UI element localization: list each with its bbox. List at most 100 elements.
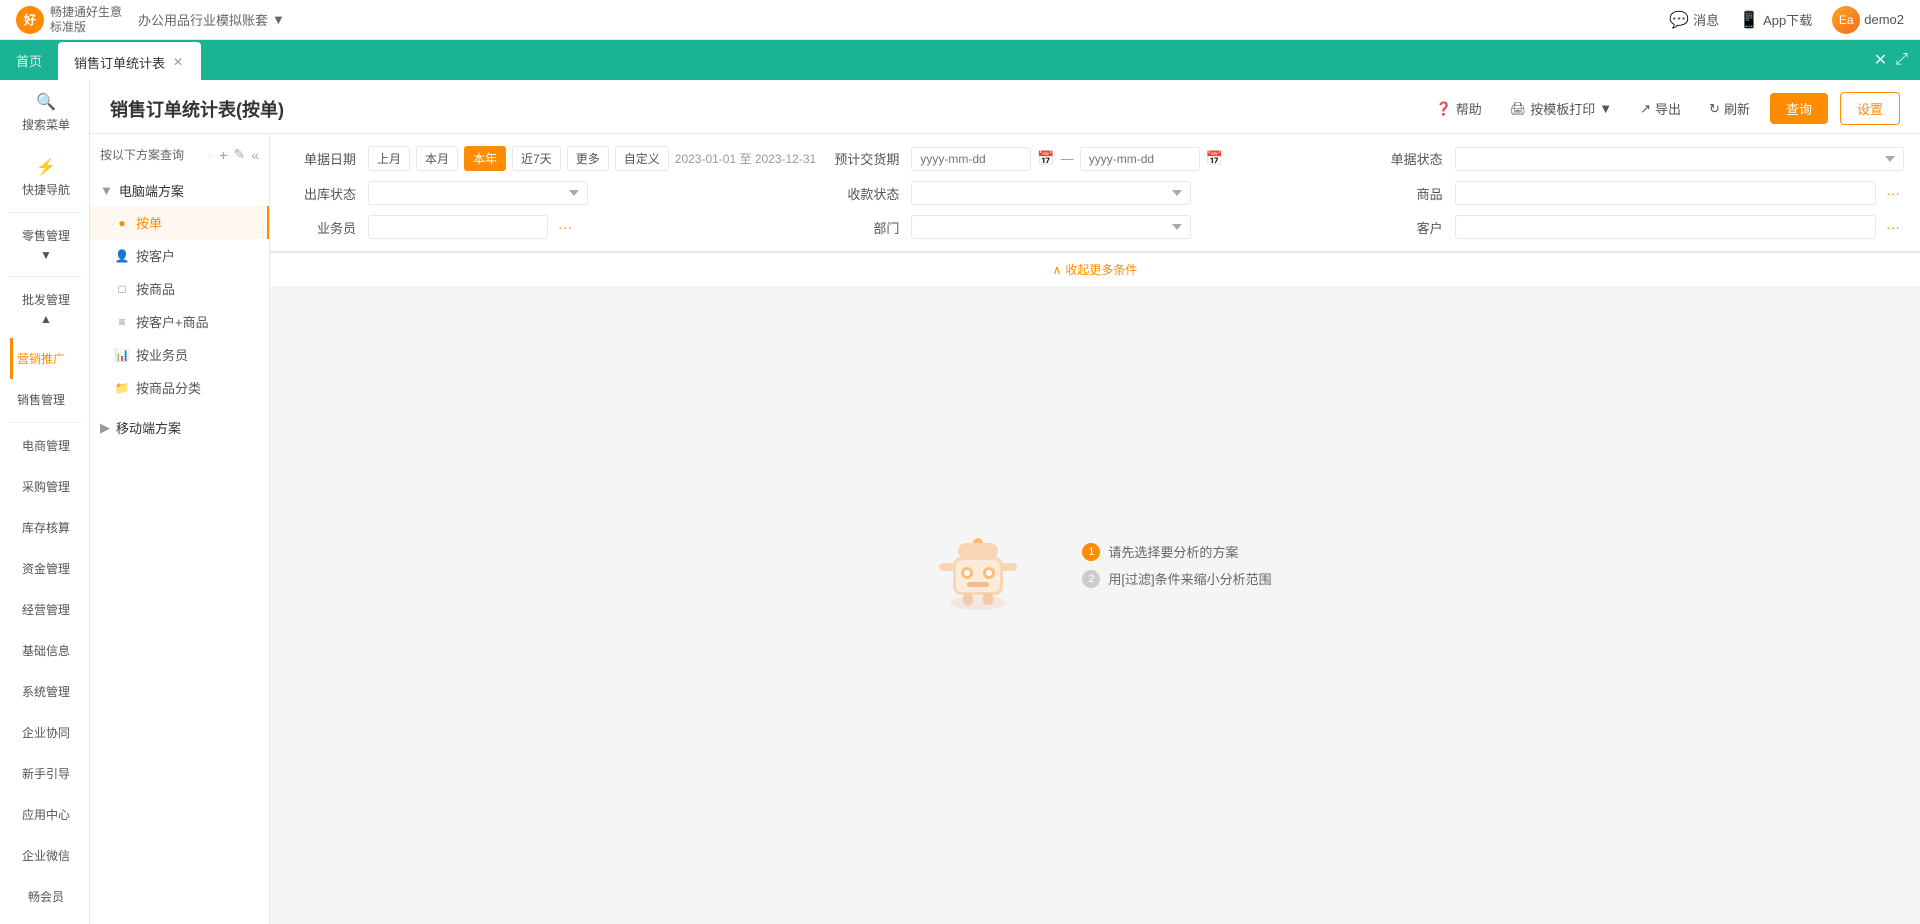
top-bar-left: 好 畅捷通好生意 标准版 办公用品行业模拟账套 ▼	[16, 5, 293, 34]
tab-expand-icon[interactable]: ⤢	[1895, 51, 1908, 69]
solution-item-by-customer-product[interactable]: ≡ 按客户+商品	[90, 305, 269, 338]
salesperson-input[interactable]	[368, 215, 548, 239]
sidebar-item-sales-mgmt[interactable]: 销售管理	[10, 379, 89, 420]
tab-bar-right: ✕ ⤢	[1874, 50, 1920, 70]
sidebar-item-ecommerce[interactable]: 电商管理	[0, 425, 89, 466]
expected-start-date[interactable]	[911, 147, 1031, 171]
sidebar-item-quick-nav[interactable]: ⚡ 快捷导航	[0, 145, 89, 210]
mobile-section-arrow: ▶	[100, 420, 110, 436]
inventory-label: 库存核算	[22, 519, 70, 536]
collapse-panel-icon[interactable]: «	[251, 147, 259, 163]
date-btn-custom[interactable]: 自定义	[615, 146, 669, 171]
sidebar-divider-2	[8, 276, 81, 277]
sidebar-item-finance[interactable]: 资金管理	[0, 548, 89, 589]
hint-number-1: 1	[1082, 543, 1100, 561]
page-title: 销售订单统计表(按单)	[110, 96, 284, 122]
by-cat-label: 按商品分类	[136, 378, 201, 397]
by-cat-icon: 📁	[114, 380, 130, 396]
marketing-label: 营销推广	[17, 350, 65, 367]
calendar-icon-start[interactable]: 📅	[1037, 150, 1054, 167]
sidebar-item-new-guide[interactable]: 新手引导	[0, 753, 89, 794]
mobile-section-label: 移动端方案	[116, 418, 181, 437]
expected-end-date[interactable]	[1080, 147, 1200, 171]
sidebar-item-wholesale[interactable]: 批发管理 ▲	[0, 279, 89, 338]
message-button[interactable]: 💬 消息	[1669, 10, 1719, 30]
solution-item-by-order[interactable]: ● 按单	[90, 206, 269, 239]
top-right: 💬 消息 📱 App下载 Ea demo2	[1669, 6, 1904, 34]
order-status-control	[1455, 147, 1904, 171]
sidebar-item-operations[interactable]: 经营管理	[0, 589, 89, 630]
empty-hint-2: 2 用[过滤]条件来缩小分析范围	[1082, 569, 1271, 588]
solution-item-by-salesperson[interactable]: 📊 按业务员	[90, 338, 269, 371]
refresh-icon: ↻	[1709, 101, 1720, 117]
help-button[interactable]: ❓ 帮助	[1428, 95, 1490, 122]
solution-item-by-category[interactable]: 📁 按商品分类	[90, 371, 269, 404]
collapse-more-button[interactable]: ∧ 收起更多条件	[270, 252, 1920, 286]
calendar-icon-end[interactable]: 📅	[1206, 150, 1223, 167]
edit-solution-icon[interactable]: ✎	[233, 146, 245, 163]
by-customer-icon: 👤	[114, 248, 130, 264]
customer-input[interactable]	[1455, 215, 1876, 239]
sidebar-item-marketing[interactable]: 营销推广	[10, 338, 89, 379]
message-label: 消息	[1693, 10, 1719, 29]
product-control: ···	[1455, 181, 1904, 205]
add-solution-icon[interactable]: +	[219, 147, 227, 163]
sidebar-item-enterprise[interactable]: 企业协同	[0, 712, 89, 753]
export-icon: ↗	[1640, 101, 1651, 117]
left-panel: 按以下方案查询 + ✎ « ▼ 电脑端方案 ● 按单	[90, 134, 270, 924]
page-header: 销售订单统计表(按单) ❓ 帮助 🖨 按模板打印 ▼ ↗ 导出 ↻ 刷新	[90, 80, 1920, 134]
tab-sales-order-stats[interactable]: 销售订单统计表 ✕	[58, 42, 201, 82]
sidebar-divider-1	[8, 212, 81, 213]
filter-row-1: 单据日期 上月 本月 本年 近7天 更多 自定义 2023-01-01 至 20…	[286, 146, 1904, 171]
salesperson-ellipsis[interactable]: ···	[554, 219, 576, 235]
system-label: 系统管理	[22, 683, 70, 700]
by-cp-icon: ≡	[114, 314, 130, 330]
user-profile[interactable]: Ea demo2	[1832, 6, 1904, 34]
tab-close-icon[interactable]: ✕	[171, 55, 185, 69]
product-ellipsis[interactable]: ···	[1882, 185, 1904, 201]
mobile-section-header[interactable]: ▶ 移动端方案	[90, 412, 269, 443]
sidebar-item-inventory[interactable]: 库存核算	[0, 507, 89, 548]
sidebar-item-basic-info[interactable]: 基础信息	[0, 630, 89, 671]
sidebar-item-retail[interactable]: 零售管理 ▼	[0, 215, 89, 274]
solution-item-by-customer[interactable]: 👤 按客户	[90, 239, 269, 272]
date-btn-last-7[interactable]: 近7天	[512, 146, 561, 171]
sidebar-item-vip[interactable]: 畅会员	[0, 876, 89, 917]
product-input[interactable]	[1455, 181, 1876, 205]
customer-ellipsis[interactable]: ···	[1882, 219, 1904, 235]
date-btn-more[interactable]: 更多	[567, 146, 609, 171]
date-btn-this-month[interactable]: 本月	[416, 146, 458, 171]
app-download-button[interactable]: 📱 App下载	[1739, 10, 1812, 30]
solution-item-by-product[interactable]: □ 按商品	[90, 272, 269, 305]
date-btn-this-year[interactable]: 本年	[464, 146, 506, 171]
search-button[interactable]: 查询	[1770, 93, 1828, 124]
department-label: 部门	[829, 218, 899, 237]
top-nav-item[interactable]: 办公用品行业模拟账套 ▼	[130, 6, 293, 33]
delivery-status-select[interactable]	[368, 181, 588, 205]
pc-section-header[interactable]: ▼ 电脑端方案	[90, 175, 269, 206]
sidebar-item-search[interactable]: 🔍 搜索菜单	[0, 80, 89, 145]
date-btn-last-month[interactable]: 上月	[368, 146, 410, 171]
top-nav-arrow: ▼	[272, 12, 285, 27]
mobile-solution-section: ▶ 移动端方案	[90, 408, 269, 447]
sidebar-item-system[interactable]: 系统管理	[0, 671, 89, 712]
collapse-label: 收起更多条件	[1065, 261, 1137, 278]
settings-button[interactable]: 设置	[1840, 92, 1900, 125]
sidebar-item-purchase[interactable]: 采购管理	[0, 466, 89, 507]
delivery-status-label: 出库状态	[286, 184, 356, 203]
message-icon: 💬	[1669, 10, 1689, 30]
help-icon: ❓	[1436, 101, 1452, 117]
sidebar-item-wechat[interactable]: 企业微信	[0, 835, 89, 876]
app-download-label: App下载	[1763, 10, 1812, 29]
print-button[interactable]: 🖨 按模板打印 ▼	[1502, 95, 1620, 122]
collection-status-select[interactable]	[911, 181, 1191, 205]
tab-close-window-icon[interactable]: ✕	[1874, 50, 1887, 70]
tab-home[interactable]: 首页	[0, 40, 58, 80]
refresh-button[interactable]: ↻ 刷新	[1701, 95, 1758, 122]
date-separator: —	[1061, 151, 1074, 166]
order-status-select[interactable]	[1455, 147, 1904, 171]
export-button[interactable]: ↗ 导出	[1632, 95, 1689, 122]
sidebar-item-app-center[interactable]: 应用中心	[0, 794, 89, 835]
department-select[interactable]	[911, 215, 1191, 239]
tab-sales-label: 销售订单统计表	[74, 53, 165, 72]
